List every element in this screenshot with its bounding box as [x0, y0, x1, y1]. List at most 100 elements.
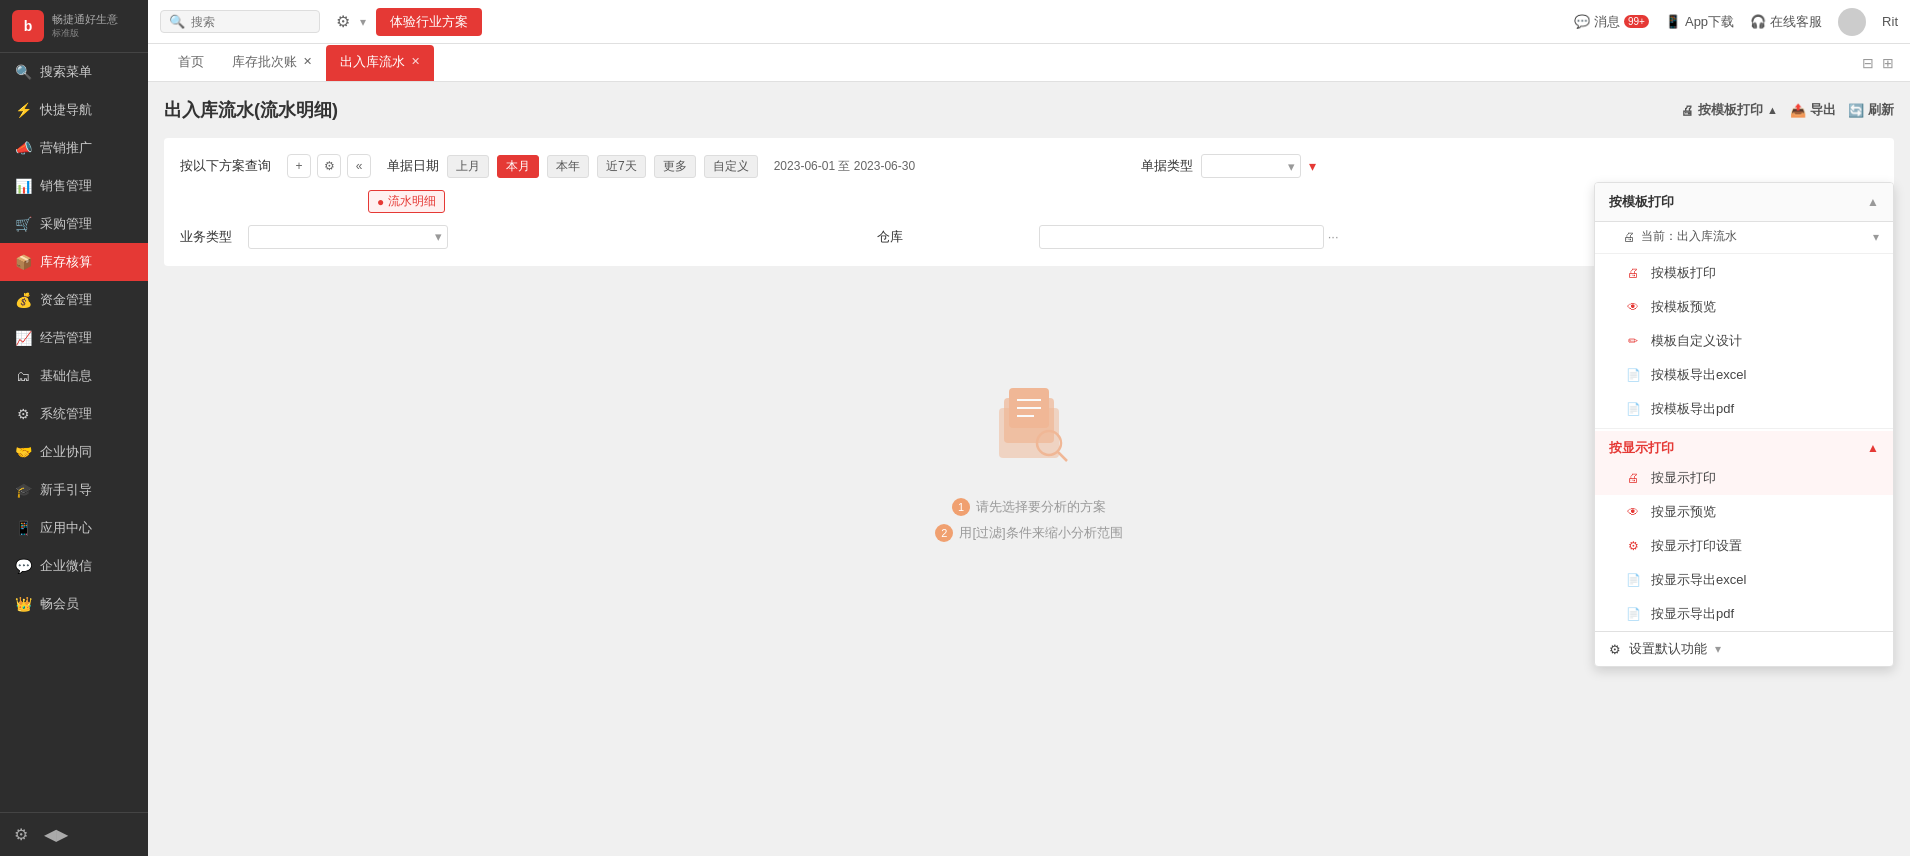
sidebar-item-label: 采购管理	[40, 215, 92, 233]
sidebar-item-member[interactable]: 👑 畅会员	[0, 585, 148, 623]
tab-home-label: 首页	[178, 53, 204, 71]
tab-flow[interactable]: 出入库流水 ✕	[326, 45, 434, 81]
settings-footer-icon[interactable]: ⚙	[14, 825, 28, 844]
tab-batch-close[interactable]: ✕	[303, 55, 312, 68]
tab-flow-close[interactable]: ✕	[411, 55, 420, 68]
sidebar-item-search[interactable]: 🔍 搜索菜单	[0, 53, 148, 91]
dropdown-item-template-pdf[interactable]: 📄 按模板导出pdf	[1595, 392, 1893, 426]
date-btn-this-year[interactable]: 本年	[547, 155, 589, 178]
dropdown-item-display-preview[interactable]: 👁 按显示预览	[1595, 495, 1893, 529]
sidebar-item-sales[interactable]: 📊 销售管理	[0, 167, 148, 205]
topbar-right: 💬 消息 99+ 📱 App下载 🎧 在线客服 Rit	[1574, 8, 1898, 36]
sales-icon: 📊	[14, 177, 32, 195]
template-design-icon: ✏	[1625, 333, 1641, 349]
empty-step-2: 2 用[过滤]条件来缩小分析范围	[935, 524, 1122, 542]
appstore-icon: 📱	[14, 519, 32, 537]
display-pdf-icon: 📄	[1625, 606, 1641, 622]
display-excel-icon: 📄	[1625, 572, 1641, 588]
app-download-btn[interactable]: 📱 App下载	[1665, 13, 1734, 31]
step-1-text: 请先选择要分析的方案	[976, 498, 1106, 516]
warehouse-more-btn[interactable]: ···	[1328, 229, 1339, 244]
app-name-block: 畅捷通好生意 标准版	[52, 12, 118, 39]
display-settings-icon: ⚙	[1625, 538, 1641, 554]
sidebar-item-corp[interactable]: 🤝 企业协同	[0, 433, 148, 471]
tag-label: 流水明细	[388, 193, 436, 210]
dropdown-icon[interactable]: ▾	[360, 15, 366, 29]
refresh-btn[interactable]: 🔄 刷新	[1848, 101, 1894, 119]
dropdown-collapse-btn[interactable]: ▲	[1867, 195, 1879, 209]
dropdown-footer[interactable]: ⚙ 设置默认功能 ▾	[1595, 631, 1893, 666]
tab-batch[interactable]: 库存批次账 ✕	[218, 45, 326, 81]
dropdown-item-display-pdf[interactable]: 📄 按显示导出pdf	[1595, 597, 1893, 631]
topbar-search-box[interactable]: 🔍	[160, 10, 320, 33]
maximize-icon[interactable]: ⊞	[1882, 55, 1894, 71]
config-scheme-btn[interactable]: ⚙	[317, 154, 341, 178]
sidebar-item-basic[interactable]: 🗂 基础信息	[0, 357, 148, 395]
sidebar-item-label: 库存核算	[40, 253, 92, 271]
search-input[interactable]	[191, 15, 301, 29]
collapse-sidebar-icon[interactable]: ◀▶	[44, 825, 68, 844]
sidebar-item-label: 快捷导航	[40, 101, 92, 119]
sidebar-item-quick-nav[interactable]: ⚡ 快捷导航	[0, 91, 148, 129]
step-2-text: 用[过滤]条件来缩小分析范围	[959, 524, 1122, 542]
filter-tag-badge: ● 流水明细	[368, 190, 445, 213]
business-type-select[interactable]	[248, 225, 448, 249]
dropdown-item-display-print[interactable]: 🖨 按显示打印	[1595, 461, 1893, 495]
doc-type-more-btn[interactable]: ▾	[1309, 158, 1316, 174]
date-btn-custom[interactable]: 自定义	[704, 155, 758, 178]
doc-type-area: 单据类型 ▾	[1141, 154, 1879, 178]
sidebar-item-system[interactable]: ⚙ 系统管理	[0, 395, 148, 433]
guide-icon: 🎓	[14, 481, 32, 499]
dropdown-item-display-settings[interactable]: ⚙ 按显示打印设置	[1595, 529, 1893, 563]
date-btn-7days[interactable]: 近7天	[597, 155, 646, 178]
sidebar-item-label: 资金管理	[40, 291, 92, 309]
doc-type-select[interactable]	[1201, 154, 1301, 178]
sidebar-item-finance[interactable]: 💰 资金管理	[0, 281, 148, 319]
warehouse-label: 仓库	[877, 228, 903, 246]
user-avatar[interactable]	[1838, 8, 1866, 36]
display-section-label: 按显示打印	[1609, 439, 1674, 457]
settings-icon[interactable]: ⚙	[336, 12, 350, 31]
dropdown-item-template-preview[interactable]: 👁 按模板预览	[1595, 290, 1893, 324]
date-btn-last-month[interactable]: 上月	[447, 155, 489, 178]
sidebar-logo: b 畅捷通好生意 标准版	[0, 0, 148, 53]
export-btn[interactable]: 📤 导出	[1790, 101, 1836, 119]
dropdown-item-template-design[interactable]: ✏ 模板自定义设计	[1595, 324, 1893, 358]
print-template-btn[interactable]: 🖨 按模板打印 ▲	[1681, 101, 1778, 119]
print-icon: 🖨	[1681, 103, 1694, 118]
empty-step-1: 1 请先选择要分析的方案	[952, 498, 1106, 516]
warehouse-input[interactable]	[1039, 225, 1324, 249]
add-scheme-btn[interactable]: +	[287, 154, 311, 178]
date-btn-this-month[interactable]: 本月	[497, 155, 539, 178]
export-icon: 📤	[1790, 103, 1806, 118]
sidebar-item-appstore[interactable]: 📱 应用中心	[0, 509, 148, 547]
dropdown-item-display-excel[interactable]: 📄 按显示导出excel	[1595, 563, 1893, 597]
collapse-scheme-btn[interactable]: «	[347, 154, 371, 178]
template-design-label: 模板自定义设计	[1651, 332, 1742, 350]
message-btn[interactable]: 💬 消息 99+	[1574, 13, 1649, 31]
sidebar-item-inventory[interactable]: 📦 库存核算	[0, 243, 148, 281]
sidebar-item-guide[interactable]: 🎓 新手引导	[0, 471, 148, 509]
sidebar-item-purchase[interactable]: 🛒 采购管理	[0, 205, 148, 243]
current-arrow[interactable]: ▾	[1873, 230, 1879, 244]
dropdown-header: 按模板打印 ▲	[1595, 183, 1893, 222]
trial-btn[interactable]: 体验行业方案	[376, 8, 482, 36]
divider-2	[1595, 428, 1893, 429]
display-settings-label: 按显示打印设置	[1651, 537, 1742, 555]
filter-row-1: 按以下方案查询 + ⚙ « 单据日期 上月 本月 本年 近7天 更多 自定义 2…	[180, 154, 1878, 178]
minimize-icon[interactable]: ⊟	[1862, 55, 1874, 71]
topbar: 🔍 ⚙ ▾ 体验行业方案 💬 消息 99+ 📱 App下载 🎧 在线客服 Rit	[148, 0, 1910, 44]
display-section-header[interactable]: 按显示打印 ▲	[1595, 431, 1893, 461]
date-btn-more[interactable]: 更多	[654, 155, 696, 178]
doc-type-label: 单据类型	[1141, 157, 1193, 175]
dropdown-item-template-excel[interactable]: 📄 按模板导出excel	[1595, 358, 1893, 392]
dropdown-item-template-print[interactable]: 🖨 按模板打印	[1595, 256, 1893, 290]
tab-home[interactable]: 首页	[164, 45, 218, 81]
online-service-btn[interactable]: 🎧 在线客服	[1750, 13, 1822, 31]
sidebar-item-operation[interactable]: 📈 经营管理	[0, 319, 148, 357]
sidebar-item-label: 新手引导	[40, 481, 92, 499]
sidebar-item-wechat[interactable]: 💬 企业微信	[0, 547, 148, 585]
date-filter-area: 单据日期 上月 本月 本年 近7天 更多 自定义 2023-06-01 至 20…	[387, 155, 1125, 178]
display-print-label: 按显示打印	[1651, 469, 1716, 487]
sidebar-item-marketing[interactable]: 📣 营销推广	[0, 129, 148, 167]
